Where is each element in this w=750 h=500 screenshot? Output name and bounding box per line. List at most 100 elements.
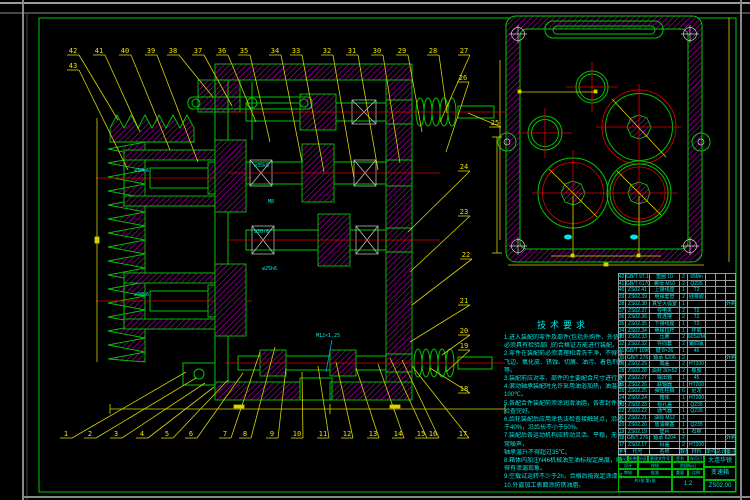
stage-label: 阶段标记 (672, 462, 704, 469)
plan-view-housing (497, 15, 730, 267)
bom-cell-qty: 1 (680, 408, 688, 415)
bom-cell-mat (688, 354, 706, 361)
bom-cell-name: 输出轴 (650, 374, 680, 381)
bom-cell-qty: 2 (680, 361, 688, 368)
bom-cell-qty: 2 (680, 334, 688, 341)
bom-cell-mat: 尼龙 (688, 388, 706, 394)
bom-cell-code: GB/T 97.1 (626, 274, 650, 280)
technical-requirements: 技术要求 1.进入装配的零件及部件(包括外购件、外协件)，均 必须具有检验部门的… (504, 318, 622, 494)
weight-label: 重量 (672, 469, 688, 477)
bom-row: 33 ZS02.33 压簧 2 60Si2Mn (618, 333, 736, 341)
bom-cell-note (726, 294, 736, 300)
callout-5: 5 (165, 430, 169, 438)
bom-cell-code: ZS02.25 (626, 388, 650, 394)
callout-25: 25 (491, 119, 499, 127)
bom-cell-w2 (716, 441, 726, 448)
callout-43: 43 (69, 62, 77, 70)
bom-cell-no: 28 (618, 368, 626, 374)
tech-line: 7.装配后各运动机构应转动灵活、平稳，无卡滞和异 (504, 433, 622, 440)
bom-cell-code: ZS02.22 (626, 408, 650, 415)
bom-cell-qty: 2 (680, 368, 688, 374)
bom-cell-note (726, 280, 736, 287)
bom-cell-w2 (716, 435, 726, 441)
callout-28: 28 (429, 47, 437, 55)
bom-cell-qty: 1 (680, 428, 688, 435)
tech-requirements-body: 1.进入装配的零件及部件(包括外购件、外协件)，均 必须具有检验部门的合格证方能… (504, 334, 622, 490)
bom-cell-note (726, 307, 736, 314)
bom-row: 18 GB/T 276 轴承 6204 2 外购 (618, 434, 736, 441)
callout-15: 15 (417, 430, 425, 438)
bom-cell-note (726, 287, 736, 294)
bom-cell-w1 (706, 327, 716, 334)
bom-cell-mat: T2 (688, 321, 706, 327)
bom-cell-qty: 1 (680, 401, 688, 408)
bom-cell-note: 外购 (726, 435, 736, 441)
bom-cell-name: 轴承 6206 (650, 354, 680, 361)
bom-row: 31 GB/T 1096 键 8×36 1 45 (618, 346, 736, 354)
bom-row: 27 ZS02.27 输出轴 1 45 (618, 373, 736, 381)
bom-cell-w1 (706, 280, 716, 287)
bom-cell-code: ZS02.26 (626, 381, 650, 388)
bom-cell-note: 外购 (726, 300, 736, 307)
bom-cell-w2 (716, 314, 726, 321)
bom-cell-w1 (706, 394, 716, 401)
dim-label: ⌀30k6 (134, 168, 149, 174)
tech-line: 6.齿轮装配后应用涂色法检查接触斑点，沿齿高不小 (504, 417, 622, 424)
bom-cell-mat: 材料 (688, 448, 706, 454)
callout-35: 35 (240, 47, 248, 55)
bom-cell-note: 备注 (726, 448, 736, 454)
bom-cell-w1 (706, 334, 716, 341)
bom-cell-qty: 2 (680, 307, 688, 314)
bom-cell-no: 27 (618, 374, 626, 381)
bom-cell-qty: 2 (680, 435, 688, 441)
part-callouts: 424341 40 39 38 37 36 35 34 33 32 31 30 29 28 27262524… (60, 47, 502, 439)
dim-label: ⌀30k6 (134, 292, 149, 298)
bom-cell-w1 (706, 435, 716, 441)
callout-24: 24 (460, 163, 468, 171)
bom-cell-name: 端盖 (650, 361, 680, 368)
bom-row: 29 ZS02.29 端盖 2 HT200 (618, 360, 736, 368)
tech-line: 100℃。 (504, 392, 527, 399)
bom-cell-mat: 65Mn (688, 274, 706, 280)
tech-line: 必须具有检验部门的合格证方能进行装配。 (504, 343, 619, 350)
bom-cell-note (726, 327, 736, 334)
bom-cell-no: 23 (618, 401, 626, 408)
callout-18: 18 (460, 385, 468, 393)
bom-cell-w1 (706, 287, 716, 294)
callout-16: 16 (429, 430, 437, 438)
callout-14: 14 (394, 430, 402, 438)
bom-cell-name: 键 8×36 (650, 347, 680, 354)
callout-34: 34 (271, 47, 279, 55)
bom-row: 41 GB/T 6170 螺母 M10 2 Q235 (618, 279, 736, 287)
bom-cell-note (726, 428, 736, 435)
bom-cell-w1 (706, 341, 716, 347)
bom-cell-code: ZS02.36 (626, 314, 650, 321)
bom-cell-w2 (716, 415, 726, 421)
bom-row: 34 ZS02.34 绝缘拉杆 1 环氧 (618, 326, 736, 334)
bom-cell-no: 30 (618, 354, 626, 361)
dim-label: ⌀30r6 (254, 229, 269, 235)
callout-6: 6 (189, 430, 193, 438)
bom-cell-qty: 1 (680, 394, 688, 401)
bom-cell-mat: Q235 (688, 280, 706, 287)
bom-cell-name: 螺母 M10 (650, 280, 680, 287)
dim-label: ⌀25h6 (262, 266, 277, 272)
callout-41: 41 (95, 47, 103, 55)
bom-cell-no: 21 (618, 415, 626, 421)
bom-cell-note (726, 415, 736, 421)
bom-cell-code: ZS02.17 (626, 441, 650, 448)
bom-row: 19 ZS02.19 垫片 1 石棉 (618, 427, 736, 435)
dim-label: M12×1.25 (316, 333, 340, 339)
bom-cell-name: 下接线座 (650, 321, 680, 327)
bom-cell-qty: 2 (680, 280, 688, 287)
bom-cell-mat: Q235 (688, 421, 706, 428)
bom-cell-mat (688, 300, 706, 307)
bom-cell-qty: 1 (680, 421, 688, 428)
tech-line: 3.装配前应对零、部件的主要配合尺寸进行复查。 (504, 376, 622, 383)
bom-row: 42 GB/T 97.1 垫圈 10 2 65Mn (618, 273, 736, 280)
bom-cell-w2 (716, 347, 726, 354)
bom-cell-w2 (716, 280, 726, 287)
bom-cell-w1 (706, 415, 716, 421)
sig-review: 审核 (618, 469, 638, 477)
bom-cell-no: 36 (618, 314, 626, 321)
